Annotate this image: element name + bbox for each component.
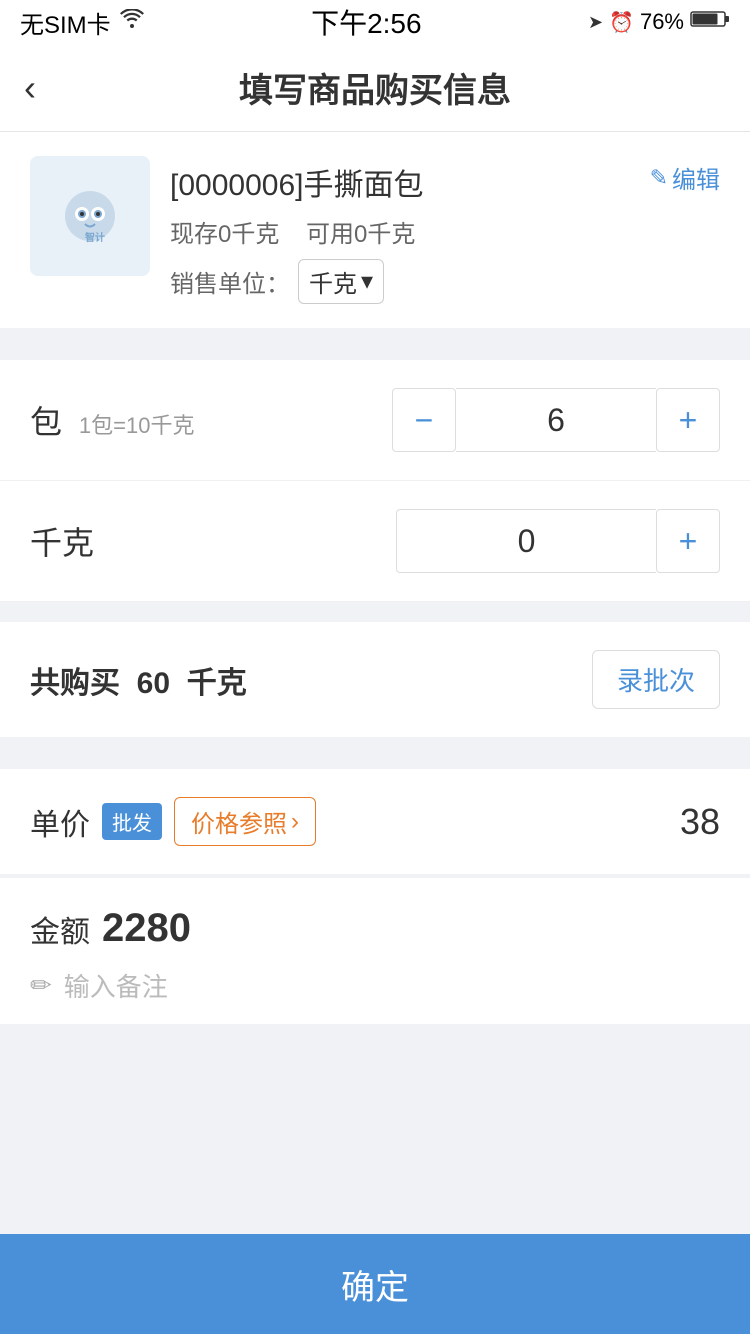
product-name: [0000006]手撕面包 [170, 160, 630, 204]
quantity-hint: 1包=10千克 [79, 413, 195, 438]
product-unit-row: 销售单位： 千克 ▾ [170, 259, 630, 304]
status-left: 无SIM卡 [20, 5, 145, 40]
battery-percent: 76% [640, 9, 684, 35]
product-stock: 现存0千克 可用0千克 [170, 214, 630, 249]
nav-bar: ‹ 填写商品购买信息 [0, 44, 750, 132]
status-bar: 无SIM卡 下午2:56 ➤ ⏰ 76% [0, 0, 750, 44]
content: 智计 [0000006]手撕面包 现存0千克 可用0千克 销售单位： 千克 ▾ … [0, 132, 750, 1234]
back-button[interactable]: ‹ [24, 67, 36, 109]
product-info: [0000006]手撕面包 现存0千克 可用0千克 销售单位： 千克 ▾ [170, 156, 630, 304]
quantity-kg-input[interactable] [396, 509, 656, 573]
quantity-label-kg: 千克 [30, 518, 396, 564]
amount-section: 金额 2280 ✏ 输入备注 [0, 878, 750, 1024]
price-section: 单价 批发 价格参照 › 38 [0, 769, 750, 874]
remark-row[interactable]: ✏ 输入备注 [30, 967, 720, 1004]
chevron-down-icon: ▾ [361, 267, 373, 296]
divider-2 [0, 606, 750, 622]
page-title: 填写商品购买信息 [239, 63, 511, 112]
edit-button[interactable]: ✎ 编辑 [650, 160, 720, 195]
confirm-button-text: 确定 [341, 1260, 409, 1309]
location-icon: ➤ [588, 12, 603, 33]
divider-1 [0, 344, 750, 360]
divider-3 [0, 753, 750, 769]
quantity-row-kg: 千克 + [0, 481, 750, 602]
amount-value: 2280 [102, 906, 191, 951]
price-value: 38 [680, 801, 720, 843]
edit-icon: ✎ [650, 165, 668, 191]
unit-dropdown[interactable]: 千克 ▾ [298, 259, 384, 304]
quantity-control-kg: + [396, 509, 720, 573]
total-amount: 60 [137, 667, 170, 700]
total-section: 共购买 60 千克 录批次 [0, 622, 750, 737]
batch-button[interactable]: 录批次 [592, 650, 720, 709]
decrement-bao-button[interactable]: − [392, 388, 456, 452]
increment-bao-button[interactable]: + [656, 388, 720, 452]
status-right: ➤ ⏰ 76% [588, 9, 730, 35]
quantity-label-bao: 包 1包=10千克 [30, 397, 392, 443]
status-time: 下午2:56 [311, 2, 422, 42]
increment-kg-button[interactable]: + [656, 509, 720, 573]
remark-placeholder: 输入备注 [64, 967, 168, 1004]
battery-icon [690, 9, 730, 35]
amount-label: 金额 [30, 907, 90, 951]
wifi-icon [119, 8, 145, 36]
quantity-section: 包 1包=10千克 − + 千克 + [0, 360, 750, 602]
confirm-bar[interactable]: 确定 [0, 1234, 750, 1334]
quantity-bao-input[interactable] [456, 388, 656, 452]
amount-row: 金额 2280 [30, 906, 720, 951]
price-label: 单价 批发 价格参照 › [30, 797, 316, 846]
pencil-icon: ✏ [30, 970, 52, 1001]
carrier-text: 无SIM卡 [20, 5, 111, 40]
svg-text:智计: 智计 [85, 231, 105, 244]
product-card: 智计 [0000006]手撕面包 现存0千克 可用0千克 销售单位： 千克 ▾ … [0, 132, 750, 328]
quantity-row-bao: 包 1包=10千克 − + [0, 360, 750, 481]
price-tag: 批发 [102, 803, 162, 840]
quantity-control-bao: − + [392, 388, 720, 452]
chevron-right-icon: › [291, 808, 299, 836]
product-image: 智计 [30, 156, 150, 276]
total-text: 共购买 60 千克 [30, 658, 247, 702]
price-reference-button[interactable]: 价格参照 › [174, 797, 316, 846]
alarm-icon: ⏰ [609, 10, 634, 35]
bottom-space [0, 1028, 750, 1234]
